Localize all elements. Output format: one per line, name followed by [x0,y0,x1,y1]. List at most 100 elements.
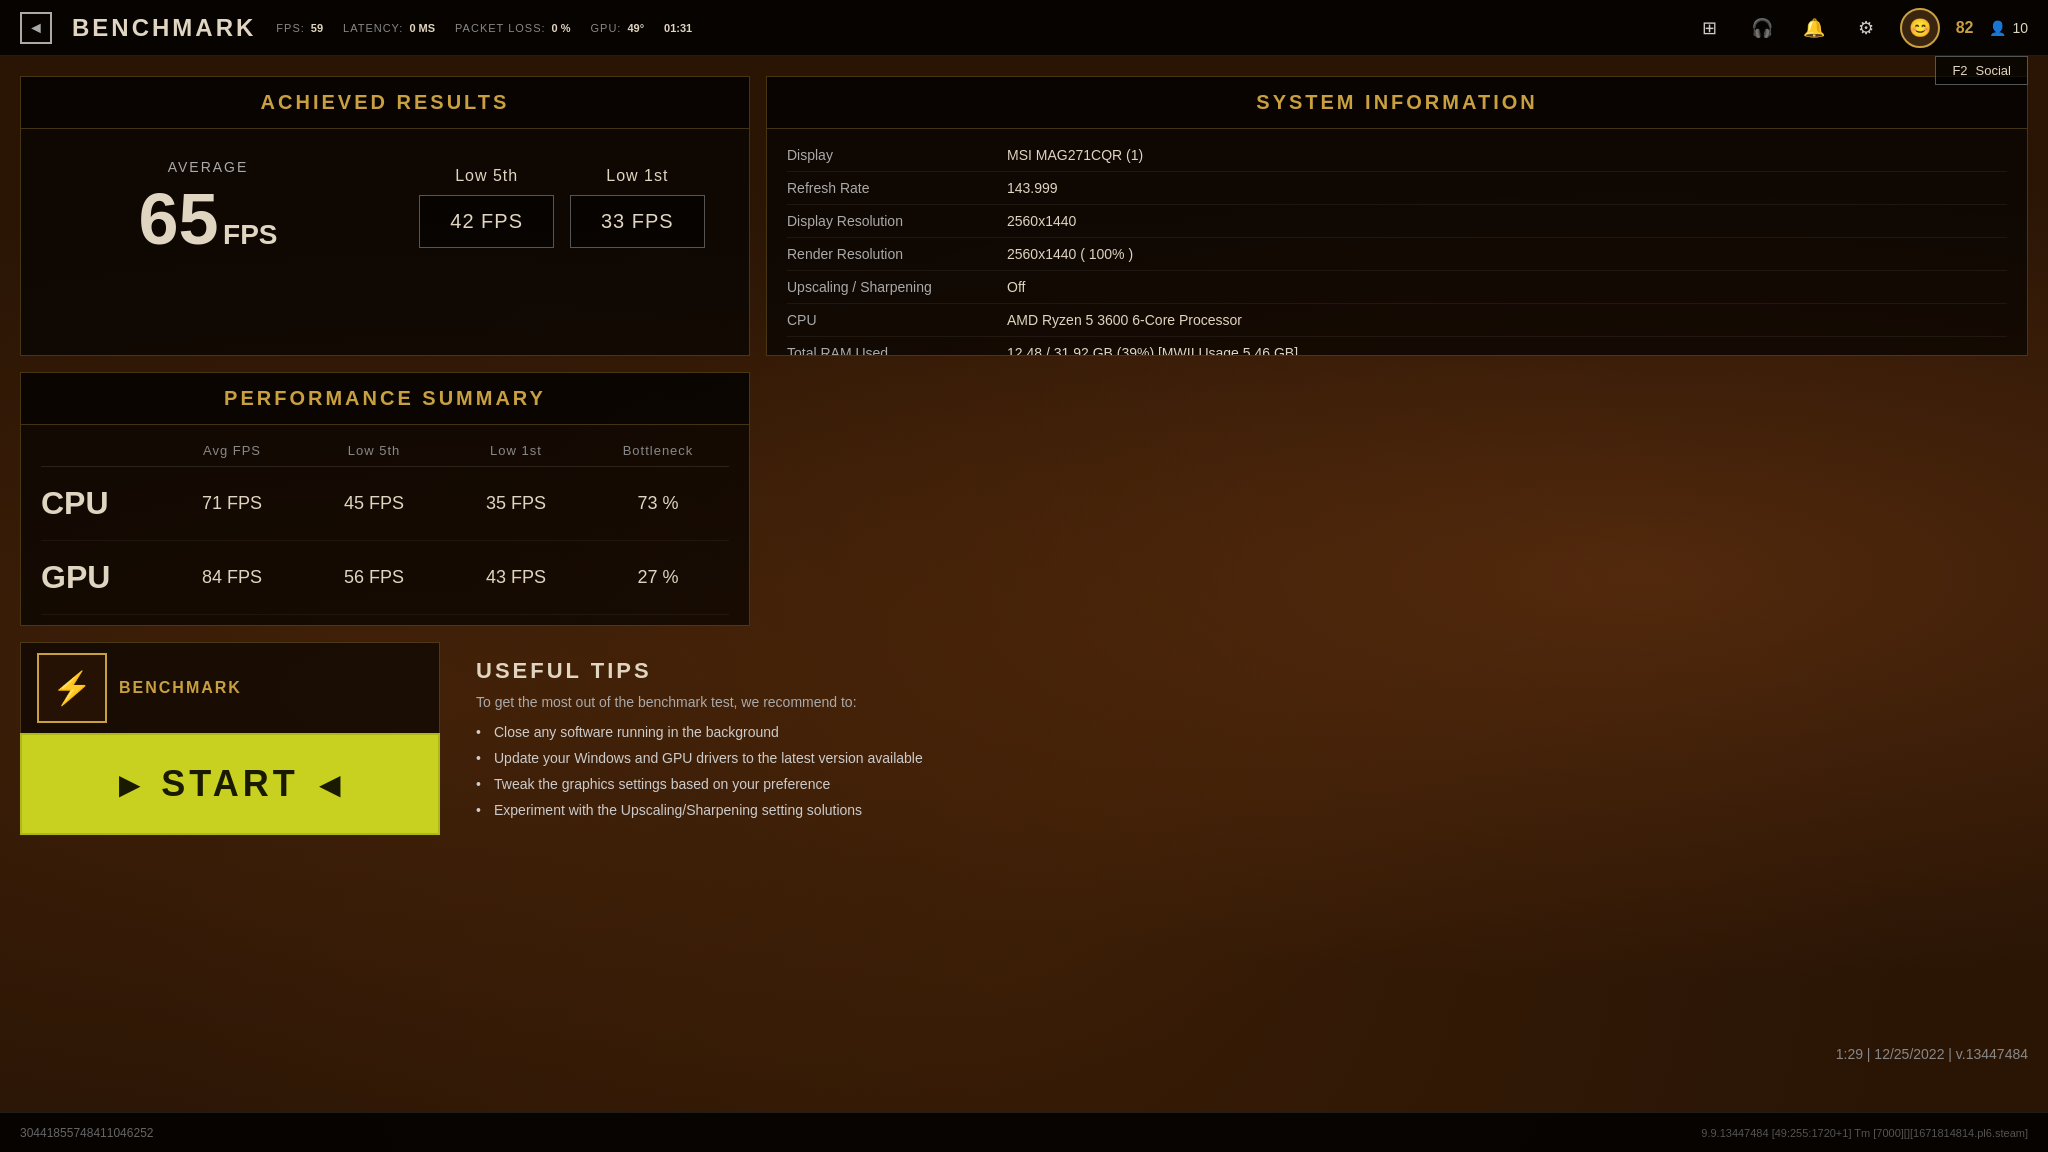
avg-fps-value: 65 [138,179,218,259]
spacer [766,372,2028,626]
avg-fps-unit: FPS [223,219,277,250]
low1-label: Low 1st [570,167,705,185]
sysinfo-key: Upscaling / Sharpening [787,279,1007,295]
tips-title: USEFUL TIPS [476,658,2008,684]
sysinfo-row: Render Resolution2560x1440 ( 100% ) [787,238,2007,271]
sysinfo-row: DisplayMSI MAG271CQR (1) [787,139,2007,172]
sysinfo-row: Total RAM Used12.48 / 31.92 GB (39%) [MW… [787,337,2007,356]
perf-low1: 35 FPS [445,493,587,514]
sysinfo-body: DisplayMSI MAG271CQR (1)Refresh Rate143.… [767,129,2027,356]
tip-item: Update your Windows and GPU drivers to t… [476,750,2008,766]
tip-item: Close any software running in the backgr… [476,724,2008,740]
perf-low1: 43 FPS [445,567,587,588]
top-bar-left: ◄ BENCHMARK FPS: 59 LATENCY: 0 MS PACKET… [20,12,1692,44]
sysinfo-val: MSI MAG271CQR (1) [1007,147,1143,163]
back-button[interactable]: ◄ [20,12,52,44]
sysinfo-val: AMD Ryzen 5 3600 6-Core Processor [1007,312,1242,328]
perf-header: PERFORMANCE SUMMARY [21,373,749,425]
benchmark-icon-row: ⚡ BENCHMARK [20,642,440,733]
page-title: BENCHMARK [72,14,256,42]
social-button[interactable]: F2 Social [1935,56,2028,85]
perf-data-rows: CPU 71 FPS 45 FPS 35 FPS 73 % GPU 84 FPS… [41,467,729,615]
bottom-section: ⚡ BENCHMARK ▶ START ◀ USEFUL TIPS To get… [20,642,2028,1092]
social-label: Social [1976,63,2011,78]
top-panels-row: ACHIEVED RESULTS AVERAGE 65 FPS Low 5th … [20,76,2028,356]
avg-fps-display: 65 FPS [41,183,375,255]
perf-low5: 56 FPS [303,567,445,588]
footer-left: 30441855748411046252 [20,1126,153,1140]
main-content: ACHIEVED RESULTS AVERAGE 65 FPS Low 5th … [0,56,2048,1112]
benchmark-label: BENCHMARK [119,679,242,697]
sysinfo-val: 12.48 / 31.92 GB (39%) [MWII Usage 5.46 … [1007,345,1298,356]
low1-value: 33 FPS [570,195,705,248]
xp-badge: 👤 10 [1989,20,2028,36]
top-bar: ◄ BENCHMARK FPS: 59 LATENCY: 0 MS PACKET… [0,0,2048,56]
perf-data-row: CPU 71 FPS 45 FPS 35 FPS 73 % [41,467,729,541]
perf-avg: 71 FPS [161,493,303,514]
avatar[interactable]: 😊 [1900,8,1940,48]
sysinfo-row: Refresh Rate143.999 [787,172,2007,205]
tip-item: Tweak the graphics settings based on you… [476,776,2008,792]
perf-cols-header: Avg FPSLow 5thLow 1stBottleneck [41,435,729,467]
low5-value: 42 FPS [419,195,554,248]
perf-bottleneck: 27 % [587,567,729,588]
footer-right: 9.9.13447484 [49:255:1720+1] Tm [7000][]… [1701,1127,2028,1139]
grid-icon[interactable]: ⊞ [1692,10,1728,46]
perf-col-header: Low 1st [445,443,587,458]
perf-component: GPU [41,559,161,596]
sysinfo-key: Display [787,147,1007,163]
perf-col-header: Low 5th [303,443,445,458]
perf-data-row: GPU 84 FPS 56 FPS 43 FPS 27 % [41,541,729,615]
social-f2: F2 [1952,63,1967,78]
time-stat: 01:31 [664,22,692,34]
settings-icon[interactable]: ⚙ [1848,10,1884,46]
tip-item: Experiment with the Upscaling/Sharpening… [476,802,2008,818]
latency-stat: LATENCY: 0 MS [343,22,435,34]
sysinfo-key: Render Resolution [787,246,1007,262]
version-info: 1:29 | 12/25/2022 | v.13447484 [1836,1046,2028,1062]
start-arrow-right: ◀ [319,768,341,801]
sysinfo-key: Total RAM Used [787,345,1007,356]
middle-row: PERFORMANCE SUMMARY Avg FPSLow 5thLow 1s… [20,372,2028,626]
avg-fps-section: AVERAGE 65 FPS [41,159,375,255]
sysinfo-row: Upscaling / SharpeningOff [787,271,2007,304]
packet-loss-stat: PACKET LOSS: 0 % [455,22,570,34]
sysinfo-val: Off [1007,279,1025,295]
headset-icon[interactable]: 🎧 [1744,10,1780,46]
fps-boxes: Low 5th 42 FPS Low 1st 33 FPS [395,167,729,248]
avg-label: AVERAGE [41,159,375,175]
perf-avg: 84 FPS [161,567,303,588]
tips-list: Close any software running in the backgr… [476,724,2008,818]
perf-body: Avg FPSLow 5thLow 1stBottleneck CPU 71 F… [21,425,749,625]
xp-icon: 👤 [1989,20,2006,36]
sysinfo-key: Refresh Rate [787,180,1007,196]
achieved-results-panel: ACHIEVED RESULTS AVERAGE 65 FPS Low 5th … [20,76,750,356]
tips-panel: USEFUL TIPS To get the most out of the b… [456,642,2028,1092]
stats-row: FPS: 59 LATENCY: 0 MS PACKET LOSS: 0 % G… [276,22,692,34]
fps-stat: FPS: 59 [276,22,323,34]
benchmark-launcher: ⚡ BENCHMARK ▶ START ◀ [20,642,440,1092]
low5-label: Low 5th [419,167,554,185]
sysinfo-val: 143.999 [1007,180,1058,196]
low1-box: Low 1st 33 FPS [570,167,705,248]
gpu-stat: GPU: 49° [591,22,645,34]
footer: 30441855748411046252 9.9.13447484 [49:25… [0,1112,2048,1152]
sysinfo-header: SYSTEM INFORMATION [767,77,2027,129]
achieved-header: ACHIEVED RESULTS [21,77,749,129]
start-arrow-left: ▶ [119,768,141,801]
top-bar-right: ⊞ 🎧 🔔 ⚙ 😊 82 👤 10 [1692,8,2028,48]
start-button[interactable]: ▶ START ◀ [20,733,440,835]
sysinfo-val: 2560x1440 ( 100% ) [1007,246,1133,262]
perf-col-header: Bottleneck [587,443,729,458]
perf-summary-panel: PERFORMANCE SUMMARY Avg FPSLow 5thLow 1s… [20,372,750,626]
perf-bottleneck: 73 % [587,493,729,514]
sysinfo-val: 2560x1440 [1007,213,1076,229]
sysinfo-row: CPUAMD Ryzen 5 3600 6-Core Processor [787,304,2007,337]
sysinfo-panel: SYSTEM INFORMATION DisplayMSI MAG271CQR … [766,76,2028,356]
sysinfo-row: Display Resolution2560x1440 [787,205,2007,238]
achieved-body: AVERAGE 65 FPS Low 5th 42 FPS Low 1st 33… [21,129,749,285]
notification-icon[interactable]: 🔔 [1796,10,1832,46]
perf-low5: 45 FPS [303,493,445,514]
perf-component: CPU [41,485,161,522]
benchmark-icon: ⚡ [37,653,107,723]
